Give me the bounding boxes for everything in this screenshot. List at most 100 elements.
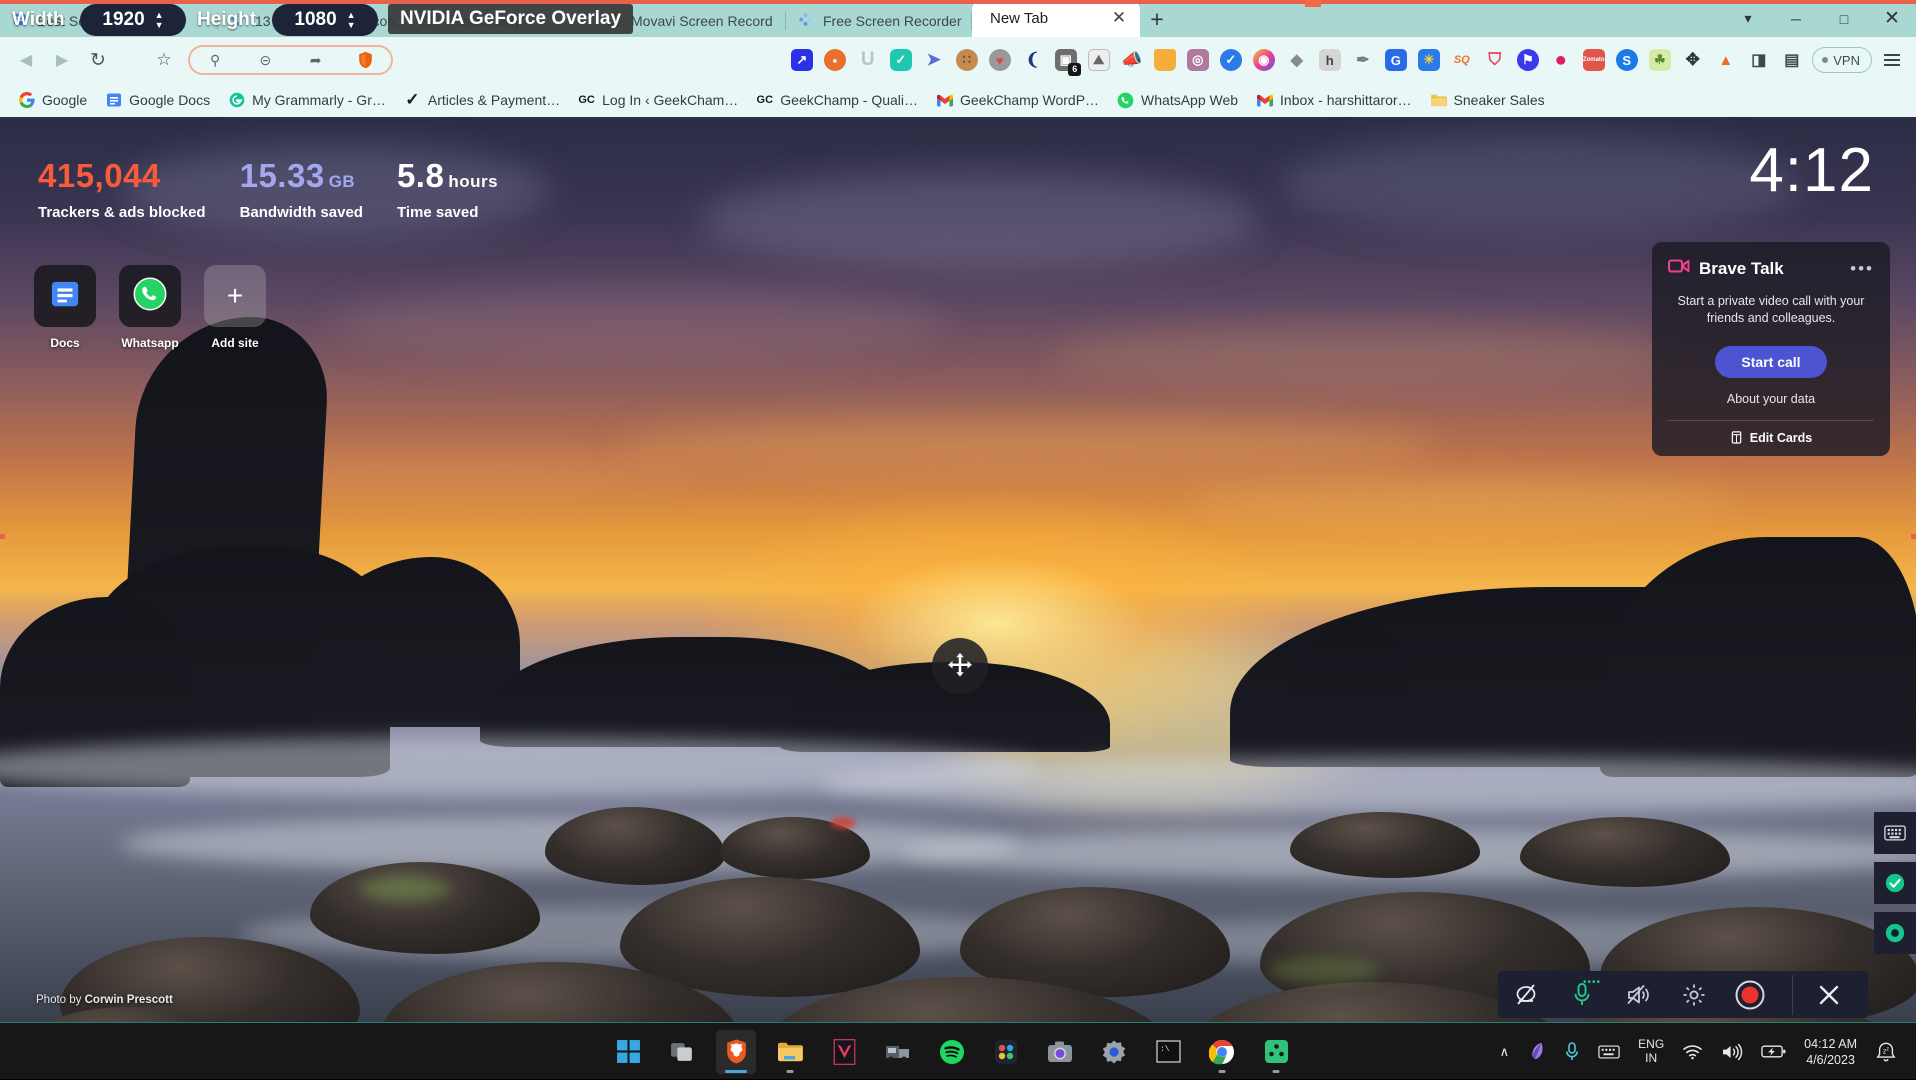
valorant-icon[interactable] <box>824 1030 864 1074</box>
bookmark-google-docs[interactable]: Google Docs <box>97 87 218 113</box>
height-stepper[interactable]: 1080 ▲▼ <box>272 4 378 36</box>
wallet-icon[interactable]: ▤ <box>1775 44 1808 77</box>
card-options-icon[interactable]: ••• <box>1850 259 1874 279</box>
bookmark-manager-icon[interactable]: ⚑ <box>1511 44 1544 77</box>
back-icon[interactable]: ◀ <box>8 43 44 77</box>
camera-app-icon[interactable] <box>1040 1030 1080 1074</box>
feather-icon[interactable] <box>1518 1023 1555 1080</box>
bookmark-login-geekchamp[interactable]: GC Log In ‹ GeekCham… <box>570 87 746 113</box>
capture-region-right-handle[interactable] <box>1911 534 1916 539</box>
shortcut-docs[interactable]: Docs <box>34 265 96 350</box>
bookmark-articles-payment[interactable]: ✓ Articles & Payment… <box>396 87 568 113</box>
verified-check-icon[interactable]: ✓ <box>1214 44 1247 77</box>
reload-icon[interactable]: ↻ <box>80 43 116 77</box>
extensions-puzzle-icon[interactable]: ✥ <box>1676 44 1709 77</box>
brave-shields-icon[interactable] <box>351 47 381 73</box>
wifi-icon[interactable] <box>1673 1023 1712 1080</box>
shortcut-add-site[interactable]: + Add site <box>204 265 266 350</box>
analytics-extension-icon[interactable]: ↗ <box>785 44 818 77</box>
file-explorer-icon[interactable] <box>770 1030 810 1074</box>
keyboard-icon[interactable] <box>1589 1023 1629 1080</box>
tray-chevron-icon[interactable]: ∧ <box>1491 1023 1519 1080</box>
bookmark-geekchamp-quali[interactable]: GC GeekChamp - Quali… <box>748 87 926 113</box>
start-windows-icon[interactable] <box>608 1030 648 1074</box>
davinci-resolve-icon[interactable] <box>986 1030 1026 1074</box>
brave-rewards-icon[interactable]: ▲ <box>1709 44 1742 77</box>
megaphone-icon[interactable]: 📣 <box>1115 44 1148 77</box>
instagram-download-icon[interactable]: ◎ <box>1181 44 1214 77</box>
pocket-icon[interactable]: ⛉ <box>1478 44 1511 77</box>
grammar-check-icon[interactable]: ✓ <box>884 44 917 77</box>
robot-assistant-icon[interactable]: ▪ <box>818 44 851 77</box>
speaker-muted-icon[interactable] <box>1610 971 1666 1018</box>
vpn-button[interactable]: VPN <box>1812 47 1872 73</box>
cookie-manager-icon[interactable]: ∷ <box>950 44 983 77</box>
plant-sprout-icon[interactable]: ☘ <box>1643 44 1676 77</box>
ublock-u-icon[interactable]: U <box>851 44 884 77</box>
record-button-icon[interactable] <box>1722 971 1778 1018</box>
volume-icon[interactable] <box>1712 1023 1752 1080</box>
microphone-icon[interactable] <box>1555 1023 1589 1080</box>
recorder-dot-icon[interactable] <box>1874 912 1916 954</box>
shortcut-tile-box[interactable] <box>119 265 181 327</box>
keyboard-shortcut-icon[interactable] <box>1874 812 1916 854</box>
search-icon[interactable]: ⚲ <box>200 47 230 73</box>
zomato-icon[interactable]: Zomato <box>1577 44 1610 77</box>
highlighter-pen-icon[interactable]: ✒ <box>1346 44 1379 77</box>
bookmark-star-icon[interactable]: ☆ <box>146 43 182 77</box>
privacy-badger-icon[interactable]: ♥ <box>983 44 1016 77</box>
euro-truck-simulator-icon[interactable] <box>878 1030 918 1074</box>
seoquake-icon[interactable]: SQ <box>1445 44 1478 77</box>
screenshot-camera-icon[interactable]: ▣ 6 <box>1049 44 1082 77</box>
width-stepper[interactable]: 1920 ▲▼ <box>80 4 186 36</box>
bookmark-geekchamp-wordpress[interactable]: GeekChamp WordP… <box>928 87 1107 113</box>
wolf-icon[interactable]: ◆ <box>1280 44 1313 77</box>
screenshot-capture-icon[interactable] <box>1874 862 1916 904</box>
bookmark-inbox-harshittaror[interactable]: Inbox - harshittaror… <box>1248 87 1420 113</box>
capture-region-left-handle[interactable] <box>0 534 5 539</box>
do-not-disturb-icon[interactable]: zz <box>1866 1023 1906 1080</box>
spinner-arrows-icon[interactable]: ▲▼ <box>347 11 356 29</box>
move-handle-icon[interactable] <box>932 638 988 694</box>
edit-cards-button[interactable]: Edit Cards <box>1668 420 1874 456</box>
browser-menu-button[interactable] <box>1876 43 1908 77</box>
shortcut-whatsapp[interactable]: Whatsapp <box>119 265 181 350</box>
shortcut-tile-box[interactable]: + <box>204 265 266 327</box>
shortcut-tile-box[interactable] <box>34 265 96 327</box>
microphone-on-icon[interactable]: •••• <box>1554 971 1610 1018</box>
bookmark-whatsapp-web[interactable]: WhatsApp Web <box>1109 87 1246 113</box>
address-bar[interactable]: ☆ ⚲ ⊝ ➦ <box>122 44 779 76</box>
battery-charging-icon[interactable] <box>1752 1023 1795 1080</box>
forward-icon[interactable]: ▶ <box>44 43 80 77</box>
height-value[interactable]: 1080 <box>294 9 336 31</box>
settings-app-icon[interactable] <box>1094 1030 1134 1074</box>
spotify-icon[interactable] <box>932 1030 972 1074</box>
camera-ring-icon[interactable]: ◉ <box>1247 44 1280 77</box>
bookmark-google[interactable]: Google <box>10 87 95 113</box>
clock-date[interactable]: 04:12 AM 4/6/2023 <box>1795 1023 1866 1080</box>
shopping-bag-icon[interactable] <box>1148 44 1181 77</box>
start-call-button[interactable]: Start call <box>1715 346 1826 378</box>
video-play-icon[interactable]: ⏺ <box>1544 44 1577 77</box>
brave-browser-icon[interactable] <box>716 1030 756 1074</box>
terminal-icon[interactable]: :\ <box>1148 1030 1188 1074</box>
about-your-data-link[interactable]: About your data <box>1668 392 1874 406</box>
omnibox-actions[interactable]: ⚲ ⊝ ➦ <box>188 45 393 75</box>
image-downloader-icon[interactable]: ⛰ <box>1082 44 1115 77</box>
language-indicator[interactable]: ENG IN <box>1629 1023 1673 1080</box>
task-view-icon[interactable] <box>662 1030 702 1074</box>
xsplit-icon[interactable] <box>1256 1030 1296 1074</box>
sidebar-panel-icon[interactable]: ◨ <box>1742 44 1775 77</box>
width-value[interactable]: 1920 <box>102 9 144 31</box>
share-icon[interactable]: ➦ <box>301 47 331 73</box>
grammar-blue-icon[interactable]: ❨ <box>1016 44 1049 77</box>
chrome-icon[interactable] <box>1202 1030 1242 1074</box>
google-translate-icon[interactable]: G <box>1379 44 1412 77</box>
weather-icon[interactable]: ☀ <box>1412 44 1445 77</box>
bookmark-my-grammarly[interactable]: My Grammarly - Gr… <box>220 87 394 113</box>
shazam-icon[interactable]: S <box>1610 44 1643 77</box>
bookmark-folder-sneaker-sales[interactable]: Sneaker Sales <box>1422 87 1553 113</box>
close-recorder-icon[interactable] <box>1801 971 1857 1018</box>
spinner-arrows-icon[interactable]: ▲▼ <box>155 11 164 29</box>
cursor-pointer-icon[interactable]: ➤ <box>917 44 950 77</box>
